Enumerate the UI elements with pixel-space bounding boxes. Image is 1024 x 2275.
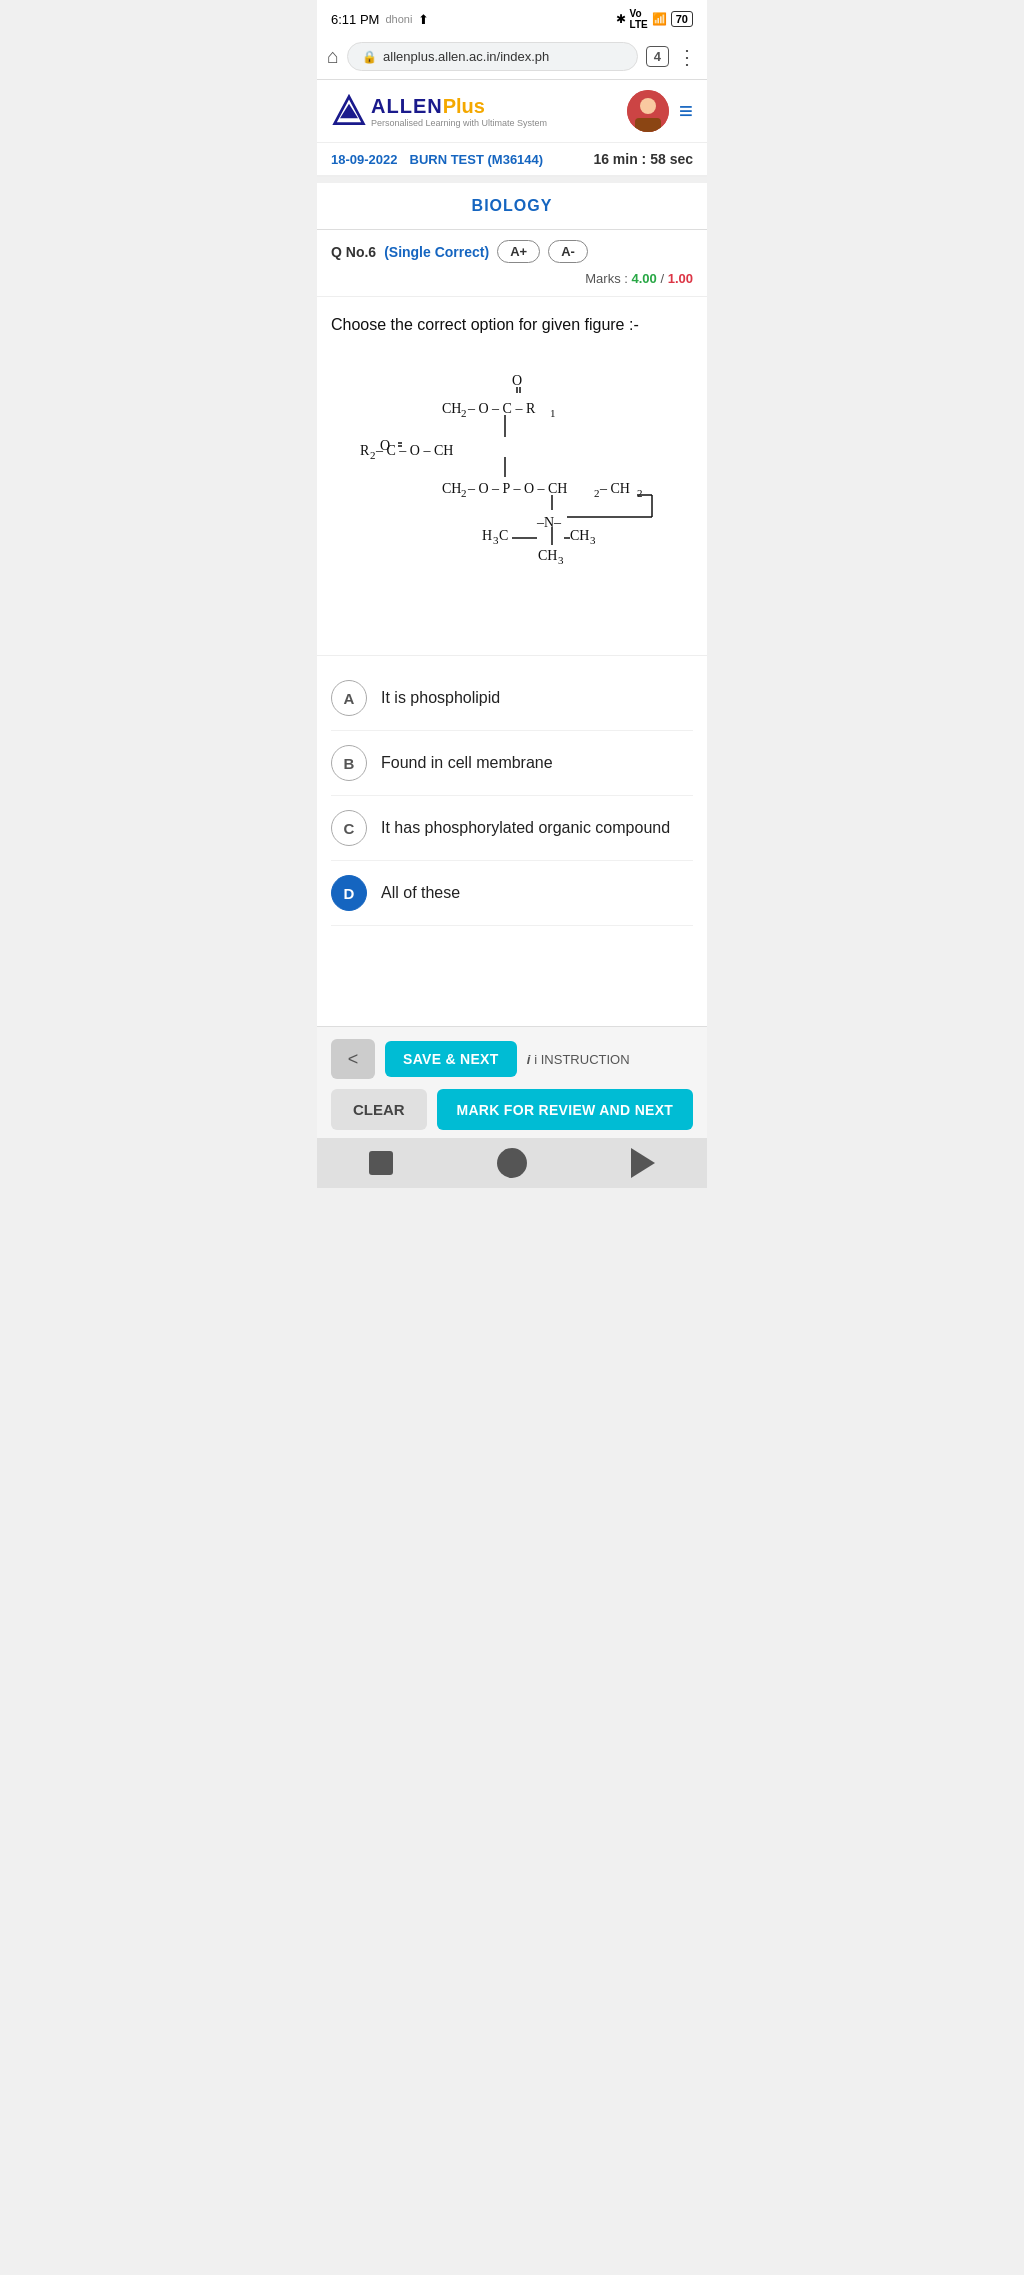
question-header: Q No.6 (Single Correct) A+ A- Marks : 4.… [317, 230, 707, 297]
logo-text-area: ALLEN Plus Personalised Learning with Ul… [371, 95, 547, 128]
option-a-circle[interactable]: A [331, 680, 367, 716]
save-next-button[interactable]: SAVE & NEXT [385, 1041, 517, 1077]
svg-text:– C – O – CH: – C – O – CH [375, 443, 453, 458]
option-b-circle[interactable]: B [331, 745, 367, 781]
option-d-circle[interactable]: D [331, 875, 367, 911]
question-text: Choose the correct option for given figu… [331, 313, 693, 337]
svg-text:2: 2 [461, 407, 467, 419]
test-date: 18-09-2022 [331, 152, 398, 167]
allen-logo-icon [331, 93, 367, 129]
section-label: BIOLOGY [317, 183, 707, 230]
marks-wrong: 1.00 [668, 271, 693, 286]
svg-rect-4 [635, 118, 661, 132]
font-increase-button[interactable]: A+ [497, 240, 540, 263]
svg-text:3: 3 [558, 554, 564, 566]
option-b-text: Found in cell membrane [381, 745, 553, 775]
mark-review-button[interactable]: MARK FOR REVIEW AND NEXT [437, 1089, 693, 1130]
url-text: allenplus.allen.ac.in/index.ph [383, 49, 549, 64]
test-timer: 16 min : 58 sec [593, 151, 693, 167]
svg-text:2: 2 [461, 487, 467, 499]
test-info-bar: 18-09-2022 BURN TEST (M36144) 16 min : 5… [317, 143, 707, 177]
question-body: Choose the correct option for given figu… [317, 297, 707, 656]
marks-correct: 4.00 [632, 271, 657, 286]
upload-icon: ⬆ [418, 12, 429, 27]
svg-text:– O – C – R: – O – C – R [467, 401, 536, 416]
svg-text:CH: CH [442, 401, 461, 416]
question-number: Q No.6 [331, 244, 376, 260]
svg-text:– O – P – O – CH: – O – P – O – CH [467, 481, 567, 496]
svg-text:CH: CH [538, 548, 557, 563]
svg-text:3: 3 [590, 534, 596, 546]
battery-icon: 70 [671, 11, 693, 27]
content-spacer [317, 946, 707, 1026]
status-right: ✱ VoLTE 📶 70 [616, 8, 693, 30]
chemical-structure-svg: .chem { font-family: 'Times New Roman', … [342, 355, 682, 615]
bottom-row-1: < SAVE & NEXT i i INSTRUCTION [331, 1039, 693, 1079]
option-c-text: It has phosphorylated organic compound [381, 810, 670, 840]
test-info-left: 18-09-2022 BURN TEST (M36144) [331, 152, 543, 167]
svg-text:C: C [499, 528, 508, 543]
section-name: BIOLOGY [472, 197, 553, 214]
test-name: BURN TEST (M36144) [410, 152, 544, 167]
clear-button[interactable]: CLEAR [331, 1089, 427, 1130]
back-button[interactable]: < [331, 1039, 375, 1079]
options-list: A It is phospholipid B Found in cell mem… [317, 656, 707, 946]
header-right: ≡ [627, 90, 693, 132]
option-b[interactable]: B Found in cell membrane [331, 731, 693, 796]
option-c[interactable]: C It has phosphorylated organic compound [331, 796, 693, 861]
instruction-button[interactable]: i i INSTRUCTION [527, 1052, 630, 1067]
browser-bar: ⌂ 🔒 allenplus.allen.ac.in/index.ph 4 ⋮ [317, 34, 707, 80]
status-left: 6:11 PM dhoni ⬆ [331, 12, 429, 27]
signal-icon: 📶 [652, 12, 667, 26]
question-type: (Single Correct) [384, 244, 489, 260]
logo-sub: Personalised Learning with Ultimate Syst… [371, 118, 547, 128]
android-back-button[interactable] [631, 1148, 655, 1178]
lte-icon: VoLTE [630, 8, 648, 30]
svg-text:2: 2 [594, 487, 600, 499]
url-bar[interactable]: 🔒 allenplus.allen.ac.in/index.ph [347, 42, 638, 71]
menu-dots-icon[interactable]: ⋮ [677, 45, 697, 69]
svg-text:–N–: –N– [536, 515, 562, 530]
carrier-name: dhoni [385, 13, 412, 25]
svg-text:CH: CH [570, 528, 589, 543]
marks-display: Marks : 4.00 / 1.00 [585, 271, 693, 286]
svg-text:2: 2 [637, 487, 643, 499]
svg-text:1: 1 [550, 407, 556, 419]
svg-text:CH: CH [442, 481, 461, 496]
android-home-button[interactable] [497, 1148, 527, 1178]
option-a[interactable]: A It is phospholipid [331, 666, 693, 731]
svg-text:H: H [482, 528, 492, 543]
option-d[interactable]: D All of these [331, 861, 693, 926]
font-decrease-button[interactable]: A- [548, 240, 588, 263]
bottom-row-2: CLEAR MARK FOR REVIEW AND NEXT [331, 1089, 693, 1130]
home-icon[interactable]: ⌂ [327, 45, 339, 68]
logo-area: ALLEN Plus Personalised Learning with Ul… [331, 93, 547, 129]
avatar[interactable] [627, 90, 669, 132]
logo-plus: Plus [443, 95, 485, 118]
svg-text:O: O [512, 373, 522, 388]
status-bar: 6:11 PM dhoni ⬆ ✱ VoLTE 📶 70 [317, 0, 707, 34]
hamburger-menu-icon[interactable]: ≡ [679, 97, 693, 125]
status-time: 6:11 PM [331, 12, 379, 27]
android-square-button[interactable] [369, 1151, 393, 1175]
app-header: ALLEN Plus Personalised Learning with Ul… [317, 80, 707, 143]
option-c-circle[interactable]: C [331, 810, 367, 846]
tab-count[interactable]: 4 [646, 46, 669, 67]
info-icon: i [527, 1052, 531, 1067]
lock-icon: 🔒 [362, 50, 377, 64]
option-d-text: All of these [381, 875, 460, 905]
bluetooth-icon: ✱ [616, 12, 626, 26]
bottom-bar: < SAVE & NEXT i i INSTRUCTION CLEAR MARK… [317, 1026, 707, 1138]
logo-allen: ALLEN [371, 95, 443, 118]
instruction-label: i INSTRUCTION [534, 1052, 629, 1067]
option-a-text: It is phospholipid [381, 680, 500, 710]
svg-text:R: R [360, 443, 370, 458]
chemical-structure: .chem { font-family: 'Times New Roman', … [331, 355, 693, 615]
svg-text:– CH: – CH [599, 481, 630, 496]
svg-point-3 [640, 98, 656, 114]
svg-text:2: 2 [370, 449, 376, 461]
android-nav-bar [317, 1138, 707, 1188]
